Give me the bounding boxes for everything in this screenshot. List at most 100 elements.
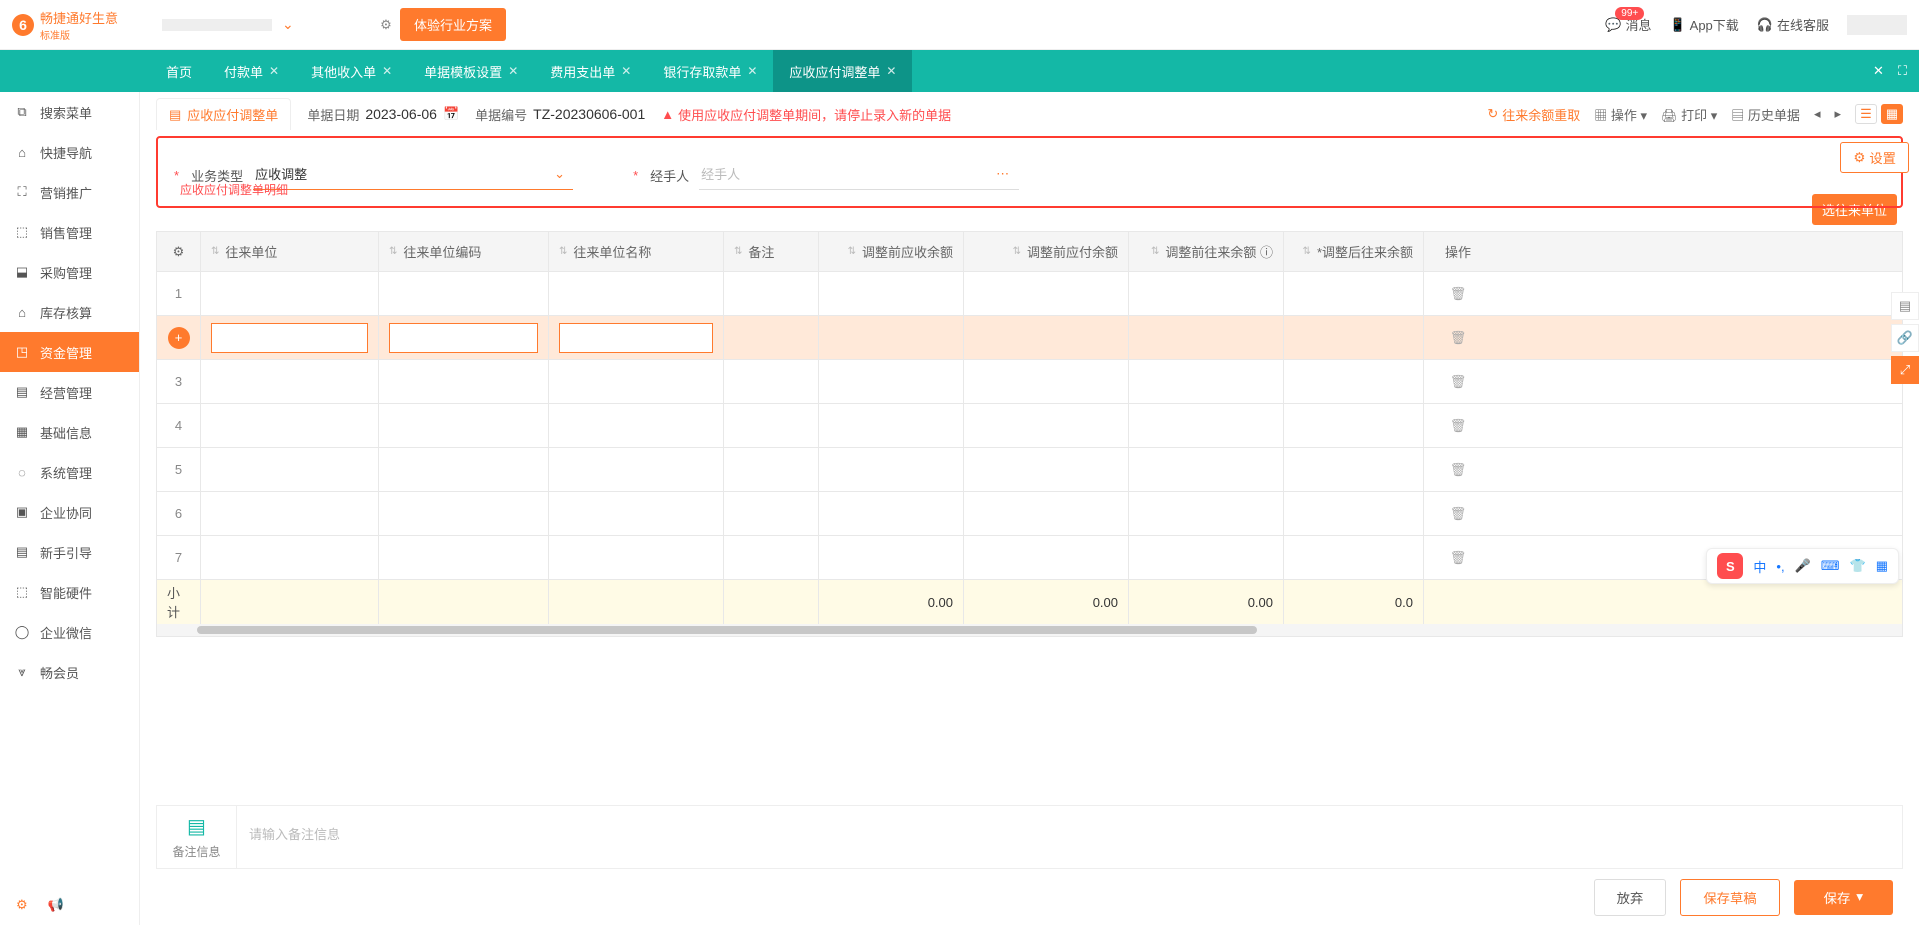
view-list-icon[interactable]: ☰: [1855, 104, 1877, 124]
sidebar-item-11[interactable]: ▤新手引导: [0, 532, 139, 572]
sidebar-item-12[interactable]: ⬚智能硬件: [0, 572, 139, 612]
tab-expand-icon[interactable]: ⛶: [1898, 63, 1907, 79]
table-row[interactable]: 7🗑: [157, 536, 1902, 580]
prev-icon[interactable]: ◂: [1814, 106, 1821, 122]
col-pre-pay[interactable]: ⇅调整前应付余额: [964, 232, 1129, 271]
sidebar-item-3[interactable]: ⬚销售管理: [0, 212, 139, 252]
tab-close-icon[interactable]: ✕: [269, 64, 279, 78]
sidebar-item-10[interactable]: ▣企业协同: [0, 492, 139, 532]
delete-row-icon[interactable]: 🗑: [1424, 536, 1492, 579]
col-pre-recv[interactable]: ⇅调整前应收余额: [819, 232, 964, 271]
delete-row-icon[interactable]: 🗑: [1424, 360, 1492, 403]
col-pre-bal[interactable]: ⇅调整前往来余额 ⓘ: [1129, 232, 1284, 271]
settings-button[interactable]: ⚙ 设置: [1840, 142, 1909, 173]
tab-close-icon[interactable]: ✕: [382, 64, 392, 78]
app-download-link[interactable]: 📱 App下载: [1669, 15, 1738, 34]
next-icon[interactable]: ▸: [1834, 106, 1841, 122]
ime-dot-icon[interactable]: •,: [1776, 559, 1784, 574]
history-link[interactable]: ▤ 历史单据: [1731, 105, 1800, 124]
topbar: 6 畅捷通好生意 标准版 ⌄ ⚙ 体验行业方案 99+ 💬 消息 📱 App下载…: [0, 0, 1919, 50]
sidebar-icon: ⩔: [14, 664, 30, 680]
delete-row-icon[interactable]: 🗑: [1424, 272, 1492, 315]
view-grid-icon[interactable]: ▦: [1881, 104, 1903, 124]
sidebar-item-5[interactable]: ⌂库存核算: [0, 292, 139, 332]
tab-close-all-icon[interactable]: ✕: [1873, 63, 1884, 79]
calendar-icon[interactable]: 📅: [443, 106, 459, 122]
save-draft-button[interactable]: 保存草稿: [1680, 879, 1779, 916]
ime-toolbar[interactable]: S 中 •, 🎤 ⌨ 👕 ▦: [1706, 548, 1899, 584]
abandon-button[interactable]: 放弃: [1594, 879, 1667, 916]
cell-input[interactable]: [211, 323, 368, 353]
sidebar-collapse-icon[interactable]: ⚙: [16, 897, 28, 913]
delete-row-icon[interactable]: 🗑: [1424, 492, 1492, 535]
tab-2[interactable]: 其他收入单✕: [295, 50, 408, 92]
sidebar-item-4[interactable]: ⬓采购管理: [0, 252, 139, 292]
online-cs-link[interactable]: 🎧 在线客服: [1757, 15, 1829, 34]
sidebar-item-0[interactable]: ⧉搜索菜单: [0, 92, 139, 132]
ime-grid-icon[interactable]: ▦: [1876, 558, 1888, 574]
more-icon[interactable]: ⋯: [996, 166, 1011, 182]
col-post-bal[interactable]: ⇅*调整后往来余额: [1284, 232, 1424, 271]
table-row[interactable]: 1🗑: [157, 272, 1902, 316]
sidebar-item-2[interactable]: ⛶营销推广: [0, 172, 139, 212]
save-button[interactable]: 保存 ▾: [1794, 880, 1893, 915]
messages-link[interactable]: 99+ 💬 消息: [1605, 15, 1651, 34]
settings-icon[interactable]: ⚙: [372, 11, 400, 39]
doc-icon: ▤: [169, 107, 181, 123]
add-row-icon[interactable]: +: [168, 327, 190, 349]
tab-close-icon[interactable]: ✕: [886, 64, 896, 78]
sidebar-sound-icon[interactable]: 📢: [48, 897, 64, 913]
tab-4[interactable]: 费用支出单✕: [534, 50, 647, 92]
handler-select[interactable]: 经手人 ⋯: [699, 160, 1019, 190]
delete-row-icon[interactable]: 🗑: [1424, 448, 1492, 491]
sidebar-item-9[interactable]: ◌系统管理: [0, 452, 139, 492]
delete-row-icon[interactable]: 🗑: [1424, 316, 1492, 359]
sidebar-item-13[interactable]: ◯企业微信: [0, 612, 139, 652]
tab-close-icon[interactable]: ✕: [508, 64, 518, 78]
col-remark[interactable]: ⇅备注: [724, 232, 819, 271]
headset-icon: 🎧: [1757, 17, 1773, 33]
cell-input[interactable]: [559, 323, 713, 353]
logo-area: 6 畅捷通好生意 标准版: [12, 8, 152, 42]
tab-0[interactable]: 首页: [150, 50, 208, 92]
sidebar-item-14[interactable]: ⩔畅会员: [0, 652, 139, 692]
grid-gear[interactable]: ⚙: [157, 232, 201, 271]
ime-keyboard-icon[interactable]: ⌨: [1821, 558, 1840, 574]
ime-shirt-icon[interactable]: 👕: [1850, 558, 1866, 574]
col-unit-code[interactable]: ⇅往来单位编码: [379, 232, 549, 271]
doc-date[interactable]: 2023-06-06: [365, 106, 437, 122]
float-expand-icon[interactable]: ⤢: [1891, 356, 1919, 384]
float-attach-icon[interactable]: 🔗: [1891, 324, 1919, 352]
tab-6[interactable]: 应收应付调整单✕: [773, 50, 912, 92]
float-note-icon[interactable]: ▤: [1891, 292, 1919, 320]
sidebar-item-6[interactable]: ◳资金管理: [0, 332, 139, 372]
sidebar-item-8[interactable]: ▦基础信息: [0, 412, 139, 452]
print-dropdown[interactable]: 🖨 打印 ▾: [1661, 105, 1717, 124]
table-row[interactable]: 3🗑: [157, 360, 1902, 404]
sidebar-item-1[interactable]: ⌂快捷导航: [0, 132, 139, 172]
table-row[interactable]: 5🗑: [157, 448, 1902, 492]
horizontal-scrollbar[interactable]: [157, 624, 1902, 636]
experience-button[interactable]: 体验行业方案: [400, 8, 506, 41]
tab-5[interactable]: 银行存取款单✕: [647, 50, 773, 92]
tab-close-icon[interactable]: ✕: [621, 64, 631, 78]
col-unit[interactable]: ⇅往来单位: [201, 232, 379, 271]
table-row[interactable]: +🗑: [157, 316, 1902, 360]
tab-close-icon[interactable]: ✕: [747, 64, 757, 78]
table-row[interactable]: 4🗑: [157, 404, 1902, 448]
company-select[interactable]: ⌄: [152, 11, 372, 39]
remark-input[interactable]: 请输入备注信息: [237, 806, 1902, 868]
operate-dropdown[interactable]: ▦ 操作 ▾: [1594, 105, 1647, 124]
sidebar-item-7[interactable]: ▤经营管理: [0, 372, 139, 412]
tab-3[interactable]: 单据模板设置✕: [408, 50, 534, 92]
tab-1[interactable]: 付款单✕: [208, 50, 295, 92]
table-row[interactable]: 6🗑: [157, 492, 1902, 536]
ime-mic-icon[interactable]: 🎤: [1795, 558, 1811, 574]
user-avatar[interactable]: [1847, 15, 1907, 35]
sidebar-icon: ⌂: [14, 145, 30, 160]
sidebar-icon: ⬚: [14, 584, 30, 600]
col-unit-name[interactable]: ⇅往来单位名称: [549, 232, 724, 271]
retrieve-balance-link[interactable]: ↻ 往来余额重取: [1487, 105, 1580, 124]
cell-input[interactable]: [389, 323, 538, 353]
delete-row-icon[interactable]: 🗑: [1424, 404, 1492, 447]
